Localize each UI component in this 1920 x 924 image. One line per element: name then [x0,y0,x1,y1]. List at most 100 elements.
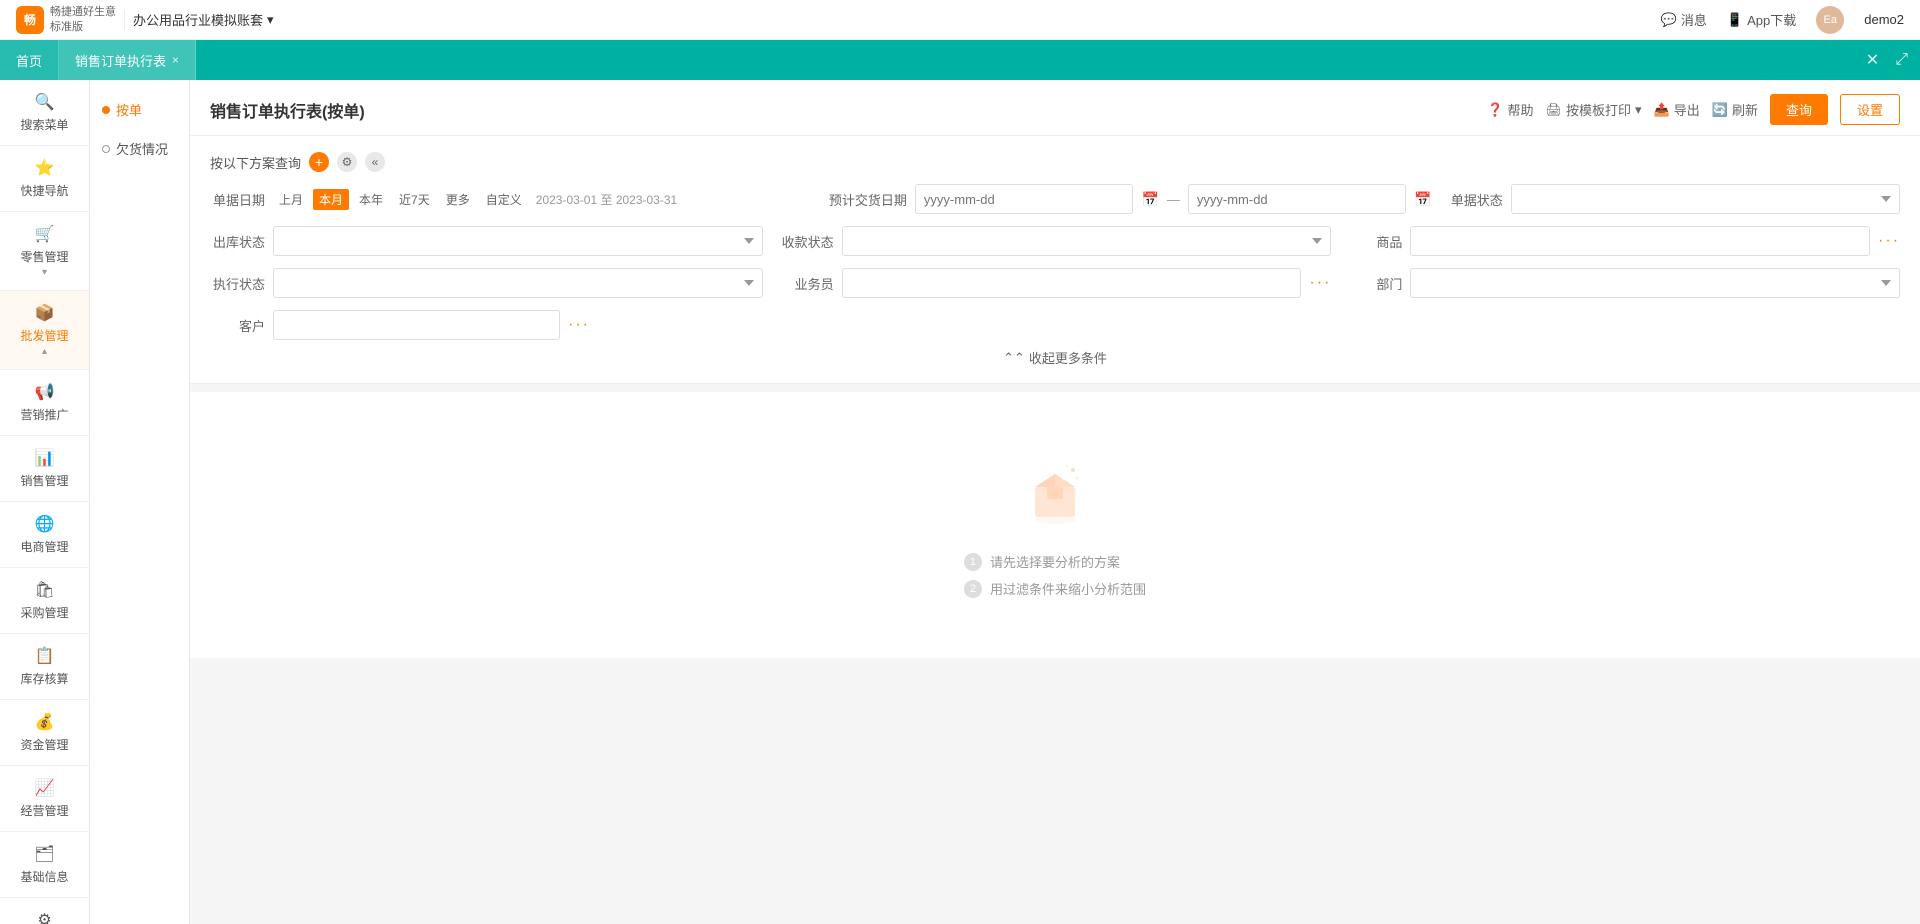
sub-item-order-exec[interactable]: 按单 [90,90,189,129]
salesperson-dots[interactable]: ··· [1309,274,1331,292]
sidebar-quicknav-label: 快捷导航 [20,182,68,199]
stock-status-label: 出库状态 [210,232,265,251]
print-dropdown-icon: ▾ [1635,102,1642,118]
message-action[interactable]: 💬 消息 [1661,10,1707,29]
tab-close-icon[interactable]: × [172,53,179,67]
date-tab-thisyear[interactable]: 本年 [353,189,389,210]
goods-label: 商品 [1347,232,1402,251]
date-tabs: 上月 本月 本年 近7天 更多 自定义 [273,189,528,210]
retail-icon: 🛒 [35,224,55,244]
doc-status-select[interactable] [1511,184,1900,214]
sidebar-item-retail[interactable]: 🛒 零售管理 ▾ [0,212,89,291]
refresh-button[interactable]: 🔄 刷新 [1712,100,1758,119]
wholesale-icon: 📦 [35,303,55,323]
empty-illustration [1015,452,1095,532]
sidebar-item-wholesale[interactable]: 📦 批发管理 ▴ [0,291,89,370]
company-dropdown-icon: ▾ [267,12,274,28]
date-tab-thismonth[interactable]: 本月 [313,189,349,210]
date-label: 单据日期 [210,190,265,209]
sidebar-item-quicknav[interactable]: ⭐ 快捷导航 [0,146,89,212]
stock-status-select[interactable] [273,226,763,256]
calendar-icon-to[interactable]: 📅 [1414,191,1431,208]
step-num-1: 1 [964,553,982,571]
query-button[interactable]: 查询 [1770,94,1828,125]
search-icon: 🔍 [35,92,55,112]
logo-text: 畅捷通好生意 标准版 [50,5,116,34]
sub-item-arrears[interactable]: 欠货情况 [90,129,189,168]
filter-row-2: 出库状态 收款状态 商品 ··· [210,226,1900,256]
nav-close-icon[interactable]: ✕ [1862,46,1883,74]
sidebar-item-operations[interactable]: 📈 经营管理 [0,766,89,832]
sidebar-item-inventory[interactable]: 📋 库存核算 [0,634,89,700]
collapse-more-button[interactable]: ⌃⌃ 收起更多条件 [210,340,1900,375]
sidebar-item-system[interactable]: ⚙ 系统管理 [0,898,89,924]
date-tab-more[interactable]: 更多 [440,189,476,210]
sidebar-sales-label: 销售管理 [20,472,68,489]
empty-state: 1 请先选择要分析的方案 2 用过滤条件来缩小分析范围 [190,392,1920,658]
forecast-to-input[interactable] [1188,184,1407,214]
forecast-from-input[interactable] [915,184,1134,214]
filter-group-dept: 部门 [1347,268,1900,298]
system-icon: ⚙ [37,910,51,924]
export-icon: 📤 [1654,102,1670,118]
company-selector[interactable]: 办公用品行业模拟账套 ▾ [133,10,274,29]
empty-steps: 1 请先选择要分析的方案 2 用过滤条件来缩小分析范围 [964,552,1146,598]
sidebar-item-marketing[interactable]: 📢 营销推广 [0,370,89,436]
retail-expand-icon: ▾ [42,267,47,278]
sidebar-wholesale-label: 批发管理 [20,327,68,344]
filter-settings-button[interactable]: ⚙ [337,152,357,172]
sidebar-item-basic[interactable]: 🗂 基础信息 [0,832,89,898]
sidebar-ecommerce-label: 电商管理 [20,538,68,555]
logo-area: 畅 畅捷通好生意 标准版 [16,5,116,34]
star-icon: ⭐ [35,158,55,178]
nav-tabs-right: ✕ ⤢ [1854,40,1920,80]
tab-home[interactable]: 首页 [0,40,59,80]
sidebar-item-search[interactable]: 🔍 搜索菜单 [0,80,89,146]
inventory-icon: 📋 [35,646,55,666]
nav-expand-icon[interactable]: ⤢ [1891,47,1912,73]
salesperson-input[interactable] [842,268,1302,298]
sidebar-item-purchase[interactable]: 🛍 采购管理 [0,568,89,634]
app-download-action[interactable]: 📱 App下载 [1727,10,1796,29]
date-tab-custom[interactable]: 自定义 [480,189,528,210]
filter-rows: 单据日期 上月 本月 本年 近7天 更多 自定义 2023-03-01 至 20… [210,184,1900,340]
tab-current[interactable]: 销售订单执行表 × [59,40,196,80]
settings-button[interactable]: 设置 [1840,94,1900,125]
sidebar-item-sales[interactable]: 📊 销售管理 [0,436,89,502]
payment-status-select[interactable] [842,226,1332,256]
help-button[interactable]: ❓ 帮助 [1487,100,1533,119]
sales-icon: 📊 [35,448,55,468]
sub-item-label-arrears: 欠货情况 [116,139,168,158]
sidebar-operations-label: 经营管理 [20,802,68,819]
sidebar-item-ecommerce[interactable]: 🌐 电商管理 [0,502,89,568]
filter-group-salesperson: 业务员 ··· [779,268,1332,298]
goods-dots[interactable]: ··· [1878,232,1900,250]
dept-select[interactable] [1410,268,1900,298]
customer-label: 客户 [210,316,265,335]
step-2-text: 用过滤条件来缩小分析范围 [990,579,1146,598]
sidebar-retail-label: 零售管理 [20,248,68,265]
header-left: 畅 畅捷通好生意 标准版 办公用品行业模拟账套 ▾ [16,5,274,34]
calendar-icon-from[interactable]: 📅 [1141,191,1158,208]
user-name[interactable]: demo2 [1864,12,1904,27]
date-tab-7days[interactable]: 近7天 [393,189,436,210]
date-tab-lastmonth[interactable]: 上月 [273,189,309,210]
logo-abbr: 畅 [24,11,36,28]
filter-group-stock-status: 出库状态 [210,226,763,256]
salesperson-label: 业务员 [779,274,834,293]
export-button[interactable]: 📤 导出 [1654,100,1700,119]
goods-input[interactable] [1410,226,1870,256]
message-icon: 💬 [1661,12,1677,28]
sidebar-finance-label: 资金管理 [20,736,68,753]
help-label: 帮助 [1507,100,1533,119]
filter-add-button[interactable]: + [309,152,329,172]
logo-icon: 畅 [16,6,44,34]
customer-dots[interactable]: ··· [568,316,590,334]
sidebar-item-finance[interactable]: 💰 资金管理 [0,700,89,766]
filter-section-label: 按以下方案查询 [210,153,301,172]
print-template-button[interactable]: 🖨 按模板打印 ▾ [1546,100,1642,119]
customer-input[interactable] [273,310,560,340]
filter-collapse-button[interactable]: « [365,152,385,172]
filter-row-3: 执行状态 业务员 ··· 部门 [210,268,1900,298]
exec-status-select[interactable] [273,268,763,298]
